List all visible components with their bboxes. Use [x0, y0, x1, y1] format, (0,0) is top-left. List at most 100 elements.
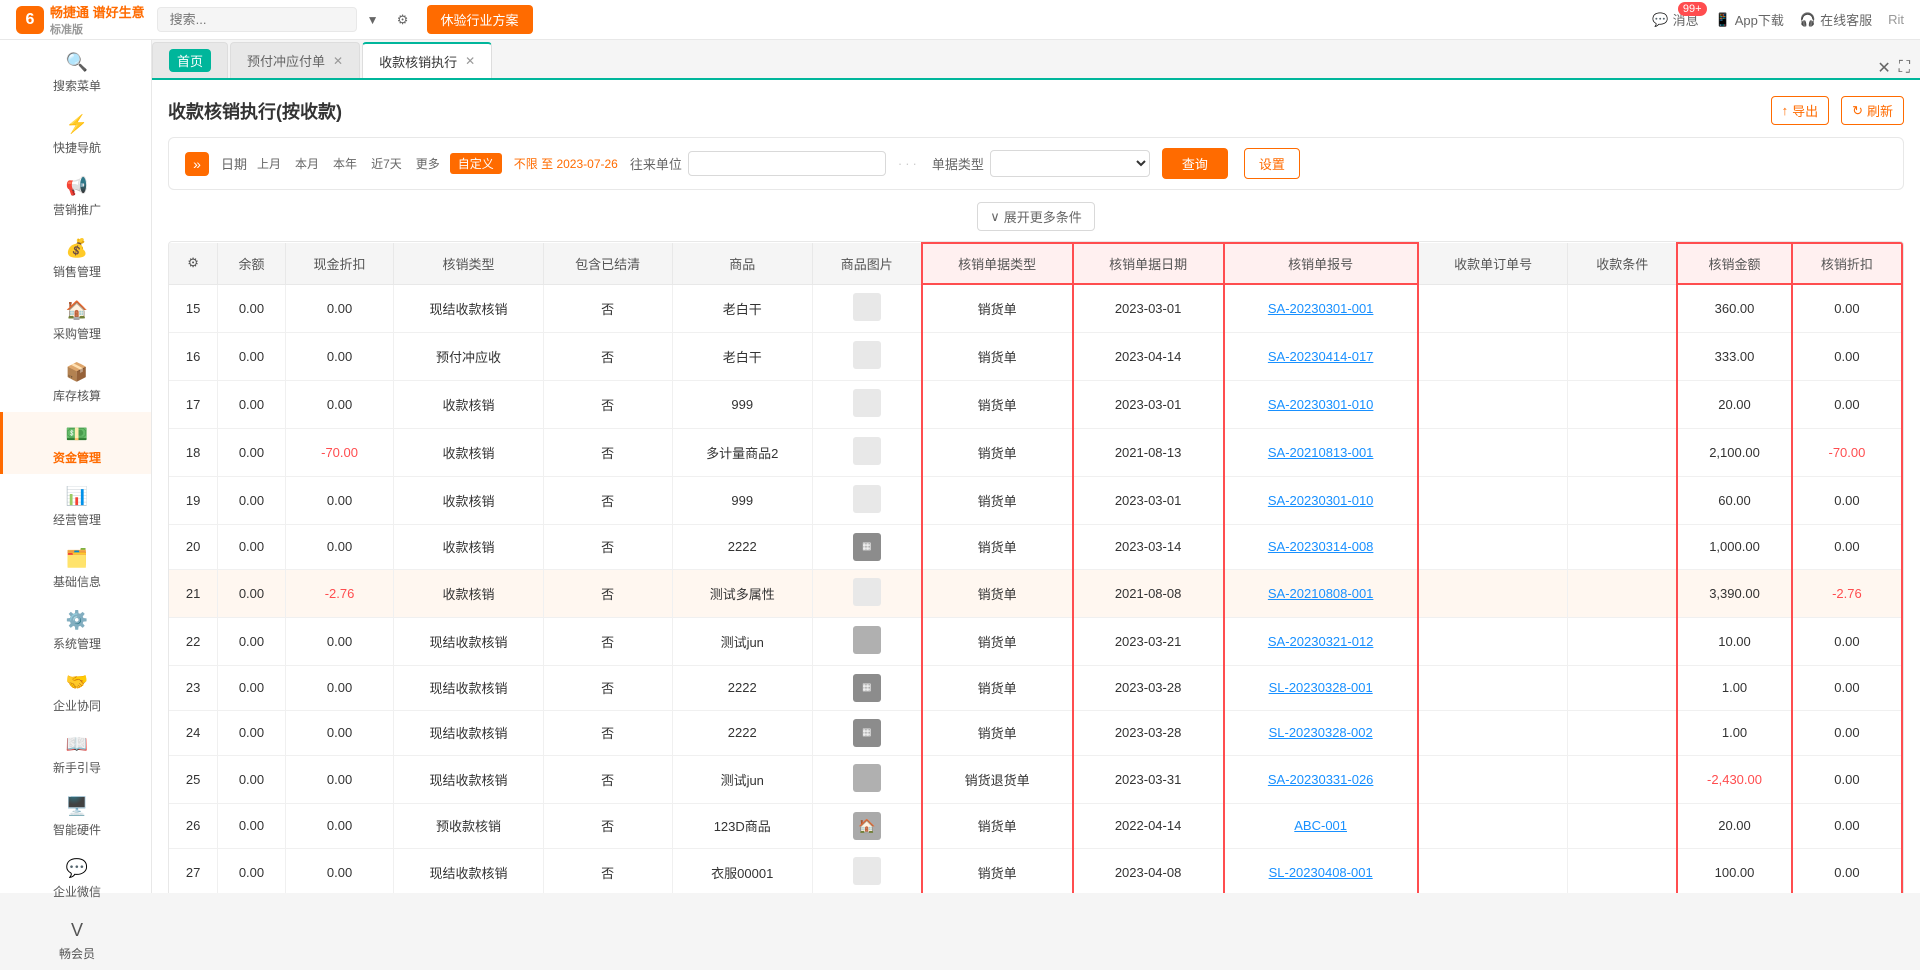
industry-solution-button[interactable]: 休验行业方案 [427, 5, 533, 34]
chart-icon: 📊 [66, 486, 88, 507]
prepay-tab-close-icon[interactable]: ✕ [333, 54, 343, 68]
col-header-settings[interactable]: ⚙ [169, 243, 218, 284]
industry-dropdown[interactable]: ▼ [367, 13, 379, 27]
date-option-more[interactable]: 更多 [412, 153, 444, 174]
cell-cash-discount: 0.00 [285, 380, 394, 428]
cell-cancel-bill-type: 销货单 [922, 284, 1073, 332]
cell-receipt-condition [1568, 710, 1677, 755]
home-icon: 🏠 [66, 300, 88, 321]
cell-cancel-bill-date: 2023-03-31 [1073, 755, 1224, 803]
sidebar-item-label: 系统管理 [53, 635, 101, 652]
date-option-custom[interactable]: 自定义 [450, 153, 502, 174]
cell-cancel-amount: 60.00 [1677, 476, 1792, 524]
cell-cancel-discount: 0.00 [1792, 710, 1902, 755]
cell-include-settled: 否 [543, 569, 672, 617]
cell-include-settled: 否 [543, 332, 672, 380]
cell-goods-img: ▦ [812, 524, 921, 569]
cell-cash-discount: -70.00 [285, 428, 394, 476]
tab-home[interactable]: 首页 [152, 42, 228, 78]
cell-cancel-type: 现结收款核销 [394, 710, 543, 755]
from-unit-input[interactable] [688, 151, 886, 176]
tab-cancel[interactable]: 收款核销执行 ✕ [362, 42, 492, 78]
sidebar-item-search-menu[interactable]: 🔍 搜索菜单 [0, 40, 151, 102]
sidebar-item-finance[interactable]: 💵 资金管理 [0, 412, 151, 474]
cell-cancel-discount: 0.00 [1792, 848, 1902, 893]
sidebar-item-operations[interactable]: 📊 经营管理 [0, 474, 151, 536]
cell-no: 15 [169, 284, 218, 332]
sidebar-item-quick-nav[interactable]: ⚡ 快捷导航 [0, 102, 151, 164]
cell-cancel-bill-date: 2023-04-14 [1073, 332, 1224, 380]
cell-cancel-amount: 333.00 [1677, 332, 1792, 380]
filter-settings-button[interactable]: 设置 [1244, 148, 1300, 179]
top-search-input[interactable] [157, 7, 357, 32]
sidebar-item-wechat[interactable]: 💬 企业微信 [0, 846, 151, 908]
sidebar-item-guide[interactable]: 📖 新手引导 [0, 722, 151, 784]
cell-goods: 2222 [672, 710, 812, 755]
cell-goods-img: 🏠 [812, 803, 921, 848]
cell-cancel-discount: 0.00 [1792, 665, 1902, 710]
folder-icon: 🗂️ [66, 548, 88, 569]
filter-expand-button[interactable]: » [185, 152, 209, 176]
cell-cancel-bill-date: 2023-03-01 [1073, 380, 1224, 428]
dropdown-arrow-icon: ▼ [367, 13, 379, 27]
cell-cancel-bill-no: ABC-001 [1224, 803, 1418, 848]
sidebar-item-system[interactable]: ⚙️ 系统管理 [0, 598, 151, 660]
export-button[interactable]: ↑ 导出 [1771, 96, 1830, 125]
cancel-tab-close-icon[interactable]: ✕ [465, 54, 475, 68]
page-title: 收款核销执行(按收款) [168, 98, 342, 124]
cell-cancel-bill-type: 销货单 [922, 710, 1073, 755]
window-close-icon[interactable]: ✕ [1877, 58, 1890, 78]
cell-cancel-bill-type: 销货退货单 [922, 755, 1073, 803]
cell-goods-img [812, 380, 921, 428]
sidebar-item-sales[interactable]: 💰 销售管理 [0, 226, 151, 288]
cell-cancel-discount: 0.00 [1792, 524, 1902, 569]
cell-cancel-type: 收款核销 [394, 476, 543, 524]
window-expand-icon[interactable]: ⛶ [1899, 59, 1910, 77]
sidebar-item-label: 搜索菜单 [53, 77, 101, 94]
cell-cancel-amount: 2,100.00 [1677, 428, 1792, 476]
message-button[interactable]: 💬 消息 99+ [1652, 10, 1698, 29]
sidebar-item-hardware[interactable]: 🖥️ 智能硬件 [0, 784, 151, 846]
sidebar-item-member[interactable]: V 畅会员 [0, 908, 151, 970]
date-option-7days[interactable]: 近7天 [367, 153, 406, 174]
cell-cancel-bill-date: 2023-03-01 [1073, 284, 1224, 332]
date-option-last-month[interactable]: 上月 [253, 153, 285, 174]
date-option-this-year[interactable]: 本年 [329, 153, 361, 174]
bill-type-select[interactable] [990, 150, 1150, 177]
date-option-this-month[interactable]: 本月 [291, 153, 323, 174]
cell-no: 27 [169, 848, 218, 893]
cell-no: 16 [169, 332, 218, 380]
cell-cash-discount: 0.00 [285, 755, 394, 803]
cell-no: 22 [169, 617, 218, 665]
query-button[interactable]: 查询 [1162, 148, 1228, 179]
expand-more-button[interactable]: ∨ 展开更多条件 [977, 202, 1095, 231]
main-layout: 🔍 搜索菜单 ⚡ 快捷导航 📢 营销推广 💰 销售管理 🏠 采购管理 📦 库存核… [0, 40, 1920, 893]
sidebar-item-purchase[interactable]: 🏠 采购管理 [0, 288, 151, 350]
cell-goods-img [812, 476, 921, 524]
cell-receipt-order-no [1418, 617, 1568, 665]
cell-receipt-condition [1568, 380, 1677, 428]
monitor-icon: 🖥️ [66, 796, 88, 817]
sidebar-item-enterprise[interactable]: 🤝 企业协同 [0, 660, 151, 722]
cell-cancel-type: 现结收款核销 [394, 755, 543, 803]
cell-no: 24 [169, 710, 218, 755]
sidebar-item-inventory[interactable]: 📦 库存核算 [0, 350, 151, 412]
cell-cancel-bill-no: SA-20230331-026 [1224, 755, 1418, 803]
cell-include-settled: 否 [543, 803, 672, 848]
cell-balance: 0.00 [218, 710, 286, 755]
settings-icon[interactable]: ⚙ [389, 6, 417, 34]
cancel-tab-label: 收款核销执行 [379, 52, 457, 71]
cell-balance: 0.00 [218, 803, 286, 848]
tab-prepay[interactable]: 预付冲应付单 ✕ [230, 42, 360, 78]
sidebar-item-marketing[interactable]: 📢 营销推广 [0, 164, 151, 226]
online-service-button[interactable]: 🎧 在线客服 [1800, 10, 1872, 29]
sidebar-item-basic-info[interactable]: 🗂️ 基础信息 [0, 536, 151, 598]
app-download-button[interactable]: 📱 App下载 [1715, 10, 1784, 29]
cell-cancel-amount: 20.00 [1677, 380, 1792, 428]
cell-receipt-order-no [1418, 284, 1568, 332]
cell-cancel-bill-no: SA-20230301-010 [1224, 380, 1418, 428]
cell-no: 20 [169, 524, 218, 569]
cell-cash-discount: 0.00 [285, 332, 394, 380]
cell-cancel-bill-type: 销货单 [922, 569, 1073, 617]
refresh-button[interactable]: ↻ 刷新 [1841, 96, 1904, 125]
